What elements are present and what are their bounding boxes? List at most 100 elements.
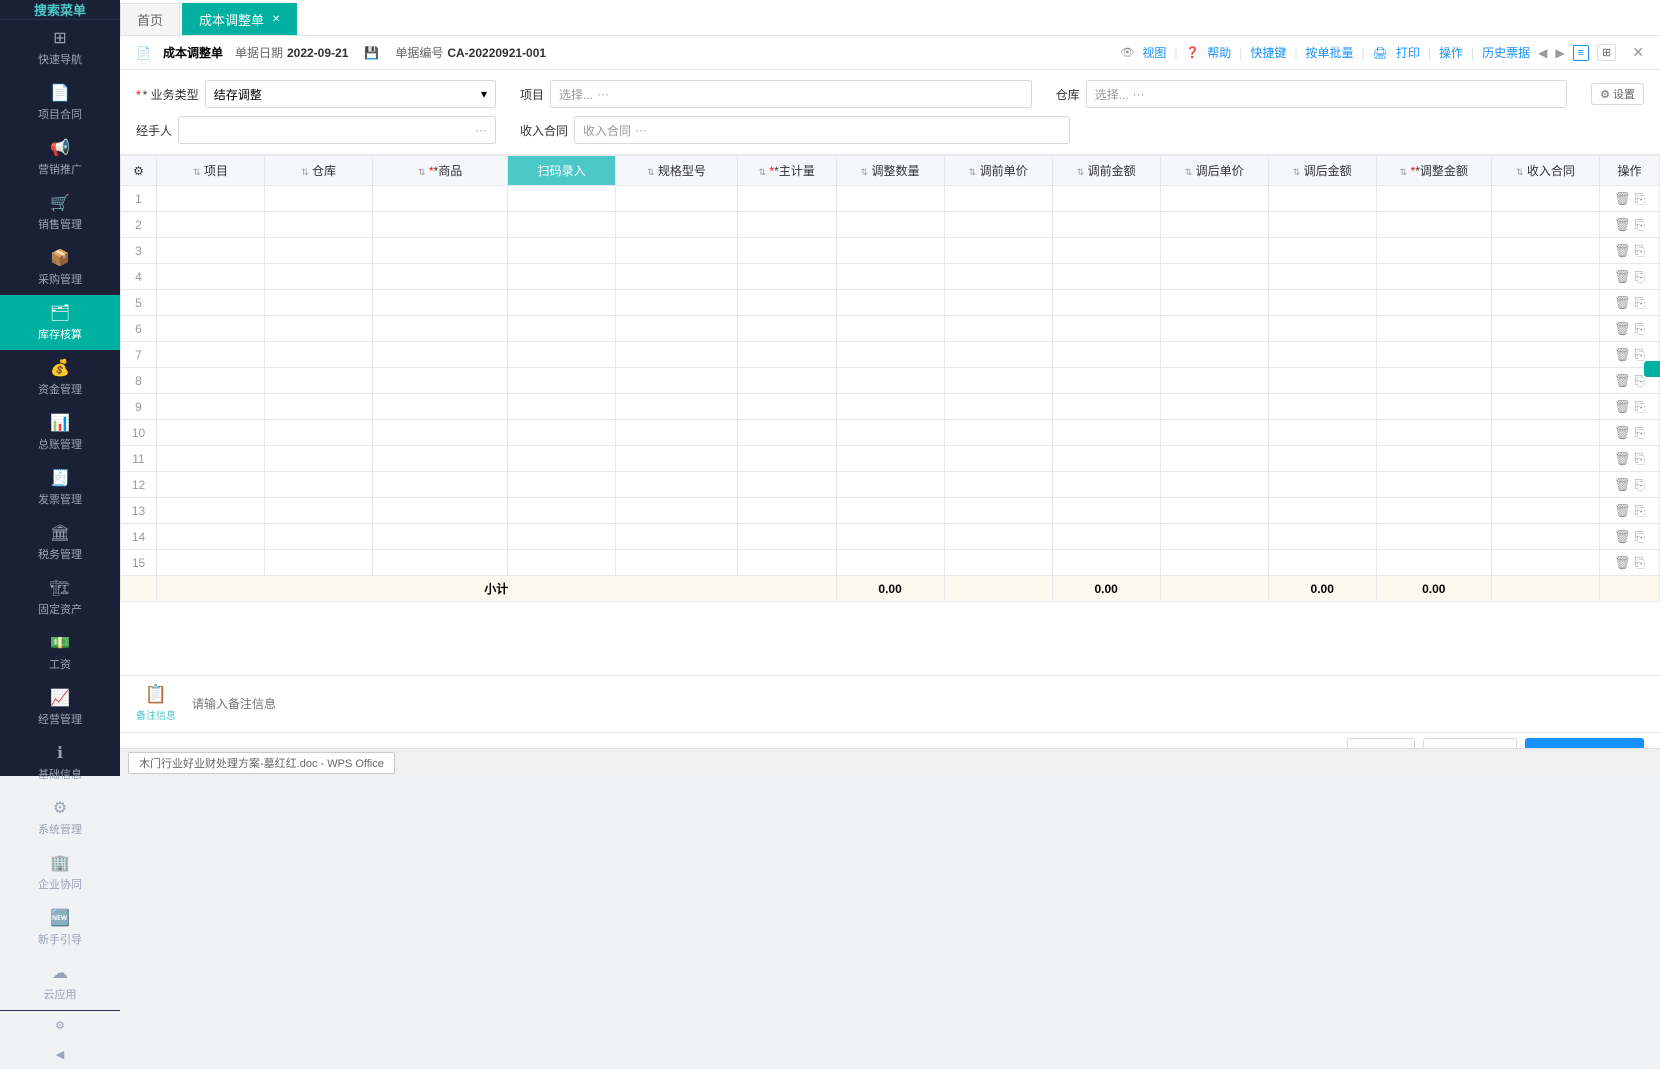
row-delete-icon[interactable]: 🗑 — [1614, 243, 1631, 259]
cell-goods[interactable] — [373, 420, 508, 446]
cell-project[interactable] — [157, 186, 265, 212]
cell-after-price[interactable] — [1160, 238, 1268, 264]
warehouse-more-icon[interactable]: ··· — [1133, 87, 1145, 101]
project-more-icon[interactable]: ··· — [597, 87, 609, 101]
cell-scan[interactable] — [508, 316, 616, 342]
cell-qty[interactable] — [836, 212, 944, 238]
row-delete-icon[interactable]: 🗑 — [1614, 451, 1631, 467]
cell-prev-price[interactable] — [944, 290, 1052, 316]
cell-project[interactable] — [157, 394, 265, 420]
cell-after-amount[interactable] — [1268, 446, 1376, 472]
cell-spec[interactable] — [616, 238, 738, 264]
cell-prev-price[interactable] — [944, 264, 1052, 290]
cell-spec[interactable] — [616, 472, 738, 498]
cell-after-price[interactable] — [1160, 368, 1268, 394]
view-toggle-grid[interactable]: ⊞ — [1597, 44, 1616, 61]
income-contract-input[interactable]: 收入合同 ··· — [574, 116, 1070, 144]
cell-after-price[interactable] — [1160, 290, 1268, 316]
cell-prev-price[interactable] — [944, 550, 1052, 576]
sidebar-item-inventory[interactable]: 🗂 库存核算 — [0, 295, 120, 350]
cell-after-amount[interactable] — [1268, 290, 1376, 316]
cell-warehouse[interactable] — [265, 238, 373, 264]
sidebar-item-sales-mgmt[interactable]: 🛒 销售管理 — [0, 185, 120, 240]
cell-income-contract[interactable] — [1491, 498, 1599, 524]
row-delete-icon[interactable]: 🗑 — [1614, 477, 1631, 493]
cell-adjust-amount[interactable] — [1376, 550, 1491, 576]
cell-prev-amount[interactable] — [1052, 472, 1160, 498]
cell-after-price[interactable] — [1160, 446, 1268, 472]
cell-prev-amount[interactable] — [1052, 290, 1160, 316]
row-copy-icon[interactable]: ⎘ — [1635, 295, 1645, 311]
table-row[interactable]: 7 🗑 ⎘ — [121, 342, 1660, 368]
cell-goods[interactable] — [373, 212, 508, 238]
cell-goods[interactable] — [373, 186, 508, 212]
cell-project[interactable] — [157, 550, 265, 576]
row-copy-icon[interactable]: ⎘ — [1635, 555, 1645, 571]
operate-action[interactable]: 操作 — [1439, 44, 1463, 61]
sidebar-item-sales-promotion[interactable]: 📢 营销推广 — [0, 130, 120, 185]
cell-after-price[interactable] — [1160, 420, 1268, 446]
cell-scan[interactable] — [508, 368, 616, 394]
cell-prev-amount[interactable] — [1052, 316, 1160, 342]
cell-after-amount[interactable] — [1268, 394, 1376, 420]
row-delete-icon[interactable]: 🗑 — [1614, 503, 1631, 519]
green-side-tab[interactable] — [1644, 361, 1660, 377]
cell-income-contract[interactable] — [1491, 368, 1599, 394]
col-gear-header[interactable]: ⚙ — [121, 156, 157, 186]
tab-cost-adjust[interactable]: 成本调整单 ✕ — [182, 3, 297, 35]
cell-after-price[interactable] — [1160, 524, 1268, 550]
cell-project[interactable] — [157, 238, 265, 264]
cell-spec[interactable] — [616, 316, 738, 342]
cell-spec[interactable] — [616, 290, 738, 316]
cell-prev-price[interactable] — [944, 186, 1052, 212]
history-action[interactable]: 历史票据 — [1482, 44, 1530, 61]
row-copy-icon[interactable]: ⎘ — [1635, 503, 1645, 519]
cell-goods[interactable] — [373, 238, 508, 264]
cell-prev-price[interactable] — [944, 446, 1052, 472]
table-row[interactable]: 1 🗑 ⎘ — [121, 186, 1660, 212]
cell-spec[interactable] — [616, 446, 738, 472]
row-delete-icon[interactable]: 🗑 — [1614, 321, 1631, 337]
cell-scan[interactable] — [508, 342, 616, 368]
handler-input[interactable]: ··· — [178, 116, 496, 144]
cell-prev-price[interactable] — [944, 524, 1052, 550]
cell-adjust-amount[interactable] — [1376, 446, 1491, 472]
cell-income-contract[interactable] — [1491, 186, 1599, 212]
cell-adjust-amount[interactable] — [1376, 368, 1491, 394]
sidebar-logo[interactable]: 搜索菜单 — [0, 0, 120, 20]
row-copy-icon[interactable]: ⎘ — [1635, 191, 1645, 207]
cell-prev-price[interactable] — [944, 498, 1052, 524]
cell-income-contract[interactable] — [1491, 550, 1599, 576]
cell-after-price[interactable] — [1160, 472, 1268, 498]
cell-income-contract[interactable] — [1491, 472, 1599, 498]
cell-project[interactable] — [157, 368, 265, 394]
table-row[interactable]: 2 🗑 ⎘ — [121, 212, 1660, 238]
cell-spec[interactable] — [616, 212, 738, 238]
cell-prev-amount[interactable] — [1052, 368, 1160, 394]
row-delete-icon[interactable]: 🗑 — [1614, 425, 1631, 441]
help-action[interactable]: 帮助 — [1207, 44, 1231, 61]
cell-scan[interactable] — [508, 524, 616, 550]
cell-adjust-amount[interactable] — [1376, 212, 1491, 238]
cell-income-contract[interactable] — [1491, 342, 1599, 368]
cell-goods[interactable] — [373, 550, 508, 576]
row-copy-icon[interactable]: ⎘ — [1635, 321, 1645, 337]
notes-icon-btn[interactable]: 📋 备注信息 — [136, 684, 176, 722]
row-delete-icon[interactable]: 🗑 — [1614, 555, 1631, 571]
warehouse-input[interactable]: 选择... ··· — [1086, 80, 1568, 108]
row-delete-icon[interactable]: 🗑 — [1614, 529, 1631, 545]
cell-prev-price[interactable] — [944, 420, 1052, 446]
cell-project[interactable] — [157, 212, 265, 238]
cell-prev-price[interactable] — [944, 368, 1052, 394]
table-row[interactable]: 3 🗑 ⎘ — [121, 238, 1660, 264]
cell-unit[interactable] — [737, 212, 836, 238]
cell-unit[interactable] — [737, 290, 836, 316]
cell-qty[interactable] — [836, 264, 944, 290]
nav-next-btn[interactable]: ▶ — [1555, 46, 1564, 60]
cell-prev-price[interactable] — [944, 316, 1052, 342]
cell-goods[interactable] — [373, 472, 508, 498]
cell-goods[interactable] — [373, 498, 508, 524]
cell-spec[interactable] — [616, 498, 738, 524]
cell-scan[interactable] — [508, 498, 616, 524]
cell-prev-amount[interactable] — [1052, 420, 1160, 446]
